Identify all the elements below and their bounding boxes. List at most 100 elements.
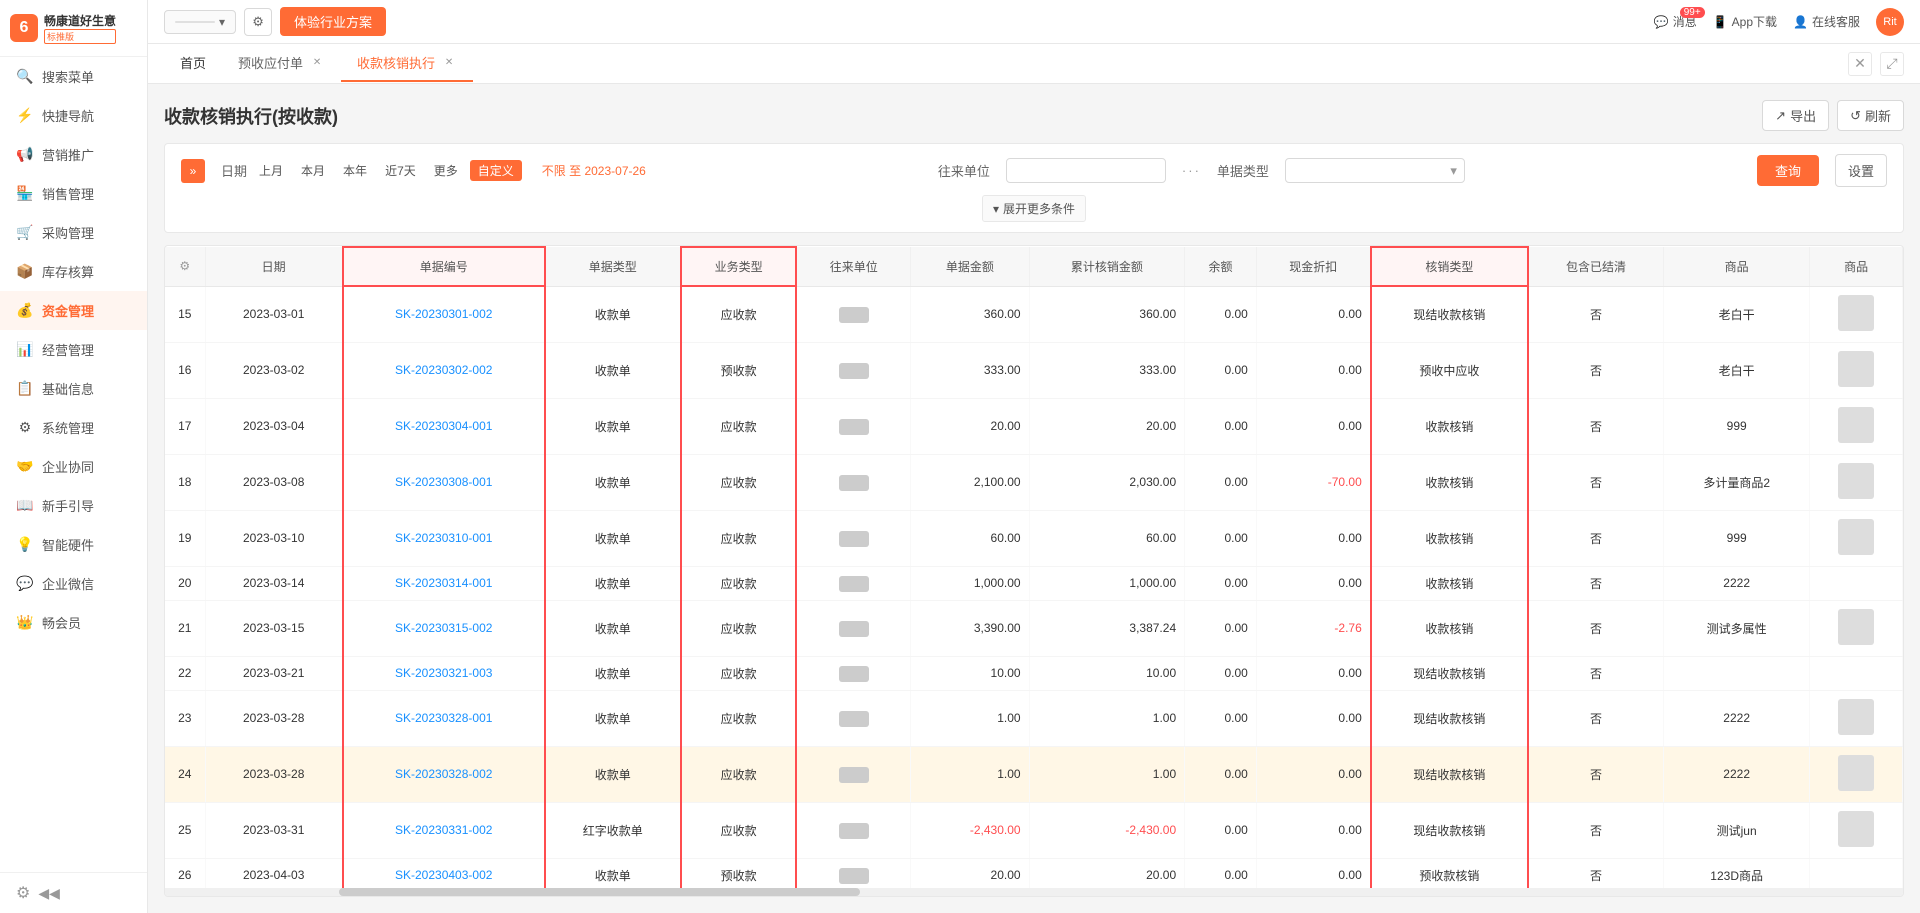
cell-partner (796, 398, 910, 454)
cell-id: 26 (165, 858, 205, 888)
cell-cancel-type: 收款核销 (1371, 454, 1528, 510)
cell-discount: 0.00 (1256, 566, 1370, 600)
sidebar-item-经营管理[interactable]: 📊 经营管理 (0, 330, 147, 369)
refresh-button[interactable]: ↺ 刷新 (1837, 100, 1904, 131)
expand-tab-button[interactable]: ⤢ (1880, 52, 1904, 76)
sidebar-item-智能硬件[interactable]: 💡 智能硬件 (0, 525, 147, 564)
company-selector[interactable]: ▾ (164, 10, 236, 34)
scrollbar-thumb[interactable] (339, 888, 860, 896)
partner-input[interactable] (1006, 158, 1166, 183)
docno-link[interactable]: SK-20230321-003 (395, 666, 492, 680)
cell-id: 15 (165, 286, 205, 342)
custom-date-btn[interactable]: 自定义 (470, 160, 522, 181)
message-button[interactable]: 💬 消息 99+ (1654, 13, 1697, 30)
industry-solution-button[interactable]: 体验行业方案 (280, 7, 386, 36)
partner-blurred (839, 363, 869, 379)
docno-link[interactable]: SK-20230328-002 (395, 767, 492, 781)
cell-cancel-type: 现结收款核销 (1371, 690, 1528, 746)
docno-link[interactable]: SK-20230301-002 (395, 307, 492, 321)
app-download-button[interactable]: 📱 App下载 (1713, 13, 1777, 30)
close-tab-button[interactable]: ✕ (1848, 52, 1872, 76)
sidebar-item-搜索菜单[interactable]: 🔍 搜索菜单 (0, 57, 147, 96)
sidebar-item-销售管理[interactable]: 🏪 销售管理 (0, 174, 147, 213)
sidebar-item-快捷导航[interactable]: ⚡ 快捷导航 (0, 96, 147, 135)
cell-amount: 20.00 (911, 858, 1029, 888)
cell-partner (796, 690, 910, 746)
sidebar-item-库存核算[interactable]: 📦 库存核算 (0, 252, 147, 291)
user-avatar[interactable]: Rit (1876, 8, 1904, 36)
more-btn[interactable]: 更多 (428, 160, 464, 181)
sidebar-item-系统管理[interactable]: ⚙ 系统管理 (0, 408, 147, 447)
docno-link[interactable]: SK-20230304-001 (395, 419, 492, 433)
cell-doctype: 收款单 (545, 342, 681, 398)
tab-prepayment[interactable]: 预收应付单 ✕ (222, 45, 341, 82)
table-row: 20 2023-03-14 SK-20230314-001 收款单 应收款 1,… (165, 566, 1903, 600)
docno-link[interactable]: SK-20230315-002 (395, 621, 492, 635)
cell-doctype: 收款单 (545, 510, 681, 566)
sidebar-icon: ⚡ (16, 107, 34, 125)
docno-link[interactable]: SK-20230403-002 (395, 868, 492, 882)
cell-goods-img (1810, 690, 1903, 746)
cell-biztype: 预收款 (681, 858, 796, 888)
cell-cancel-amount: 1.00 (1029, 746, 1185, 802)
docno-link[interactable]: SK-20230331-002 (395, 823, 492, 837)
docno-link[interactable]: SK-20230310-001 (395, 531, 492, 545)
docno-link[interactable]: SK-20230328-001 (395, 711, 492, 725)
table-wrapper[interactable]: ⚙ 日期 单据编号 单据类型 业务类型 往来单位 单据金额 累计核销金额 余额 … (165, 246, 1903, 888)
tab-collection[interactable]: 收款核销执行 ✕ (341, 45, 473, 82)
docno-link[interactable]: SK-20230302-002 (395, 363, 492, 377)
last-month-btn[interactable]: 上月 (253, 160, 289, 181)
partner-blurred (839, 767, 869, 783)
cell-amount: 1.00 (911, 690, 1029, 746)
cell-amount: 333.00 (911, 342, 1029, 398)
sidebar-icon: 🛒 (16, 224, 34, 242)
sidebar-item-采购管理[interactable]: 🛒 采购管理 (0, 213, 147, 252)
cell-biztype: 应收款 (681, 566, 796, 600)
expand-icon: ▾ (993, 202, 999, 216)
expand-more-btn[interactable]: ▾ 展开更多条件 (982, 195, 1086, 222)
export-button[interactable]: ↗ 导出 (1762, 100, 1829, 131)
sidebar-label: 企业协同 (42, 457, 94, 476)
cell-balance: 0.00 (1185, 286, 1257, 342)
partner-label: 往来单位 (938, 161, 990, 180)
docno-link[interactable]: SK-20230314-001 (395, 576, 492, 590)
collapse-icon[interactable]: ◀◀ (38, 885, 60, 902)
cell-doctype: 收款单 (545, 690, 681, 746)
this-month-btn[interactable]: 本月 (295, 160, 331, 181)
doctype-select[interactable] (1285, 158, 1465, 183)
docno-link[interactable]: SK-20230308-001 (395, 475, 492, 489)
horizontal-scrollbar[interactable] (165, 888, 1903, 896)
tab-prepayment-close[interactable]: ✕ (309, 55, 325, 71)
settings-footer-icon[interactable]: ⚙ (16, 883, 30, 903)
sidebar-item-新手引导[interactable]: 📖 新手引导 (0, 486, 147, 525)
this-year-btn[interactable]: 本年 (337, 160, 373, 181)
cell-goods: 999 (1664, 510, 1810, 566)
filter-toggle-button[interactable]: » (181, 159, 205, 183)
data-table: ⚙ 日期 单据编号 单据类型 业务类型 往来单位 单据金额 累计核销金额 余额 … (165, 246, 1903, 888)
sidebar-item-企业协同[interactable]: 🤝 企业协同 (0, 447, 147, 486)
cell-biztype: 应收款 (681, 600, 796, 656)
cell-balance: 0.00 (1185, 566, 1257, 600)
sidebar-item-基础信息[interactable]: 📋 基础信息 (0, 369, 147, 408)
gear-button[interactable]: ⚙ (244, 8, 272, 36)
goods-thumbnail (1838, 519, 1874, 555)
sidebar-item-企业微信[interactable]: 💬 企业微信 (0, 564, 147, 603)
online-service-button[interactable]: 👤 在线客服 (1793, 13, 1860, 30)
cell-cancel-amount: 1.00 (1029, 690, 1185, 746)
filter-setting-button[interactable]: 设置 (1835, 154, 1887, 187)
sidebar-item-资金管理[interactable]: 💰 资金管理 (0, 291, 147, 330)
query-button[interactable]: 查询 (1757, 155, 1819, 186)
settings-icon[interactable]: ⚙ (179, 259, 190, 273)
expand-row: ▾ 展开更多条件 (181, 195, 1887, 222)
sidebar-icon: 🔍 (16, 68, 34, 86)
cell-discount: 0.00 (1256, 286, 1370, 342)
last7-btn[interactable]: 近7天 (379, 160, 422, 181)
cell-balance: 0.00 (1185, 454, 1257, 510)
cell-goods: 测试多属性 (1664, 600, 1810, 656)
sidebar-item-营销推广[interactable]: 📢 营销推广 (0, 135, 147, 174)
tab-home[interactable]: 首页 (164, 45, 222, 82)
cell-date: 2023-03-08 (205, 454, 343, 510)
cell-goods-img (1810, 342, 1903, 398)
sidebar-item-畅会员[interactable]: 👑 畅会员 (0, 603, 147, 642)
tab-collection-close[interactable]: ✕ (441, 55, 457, 71)
